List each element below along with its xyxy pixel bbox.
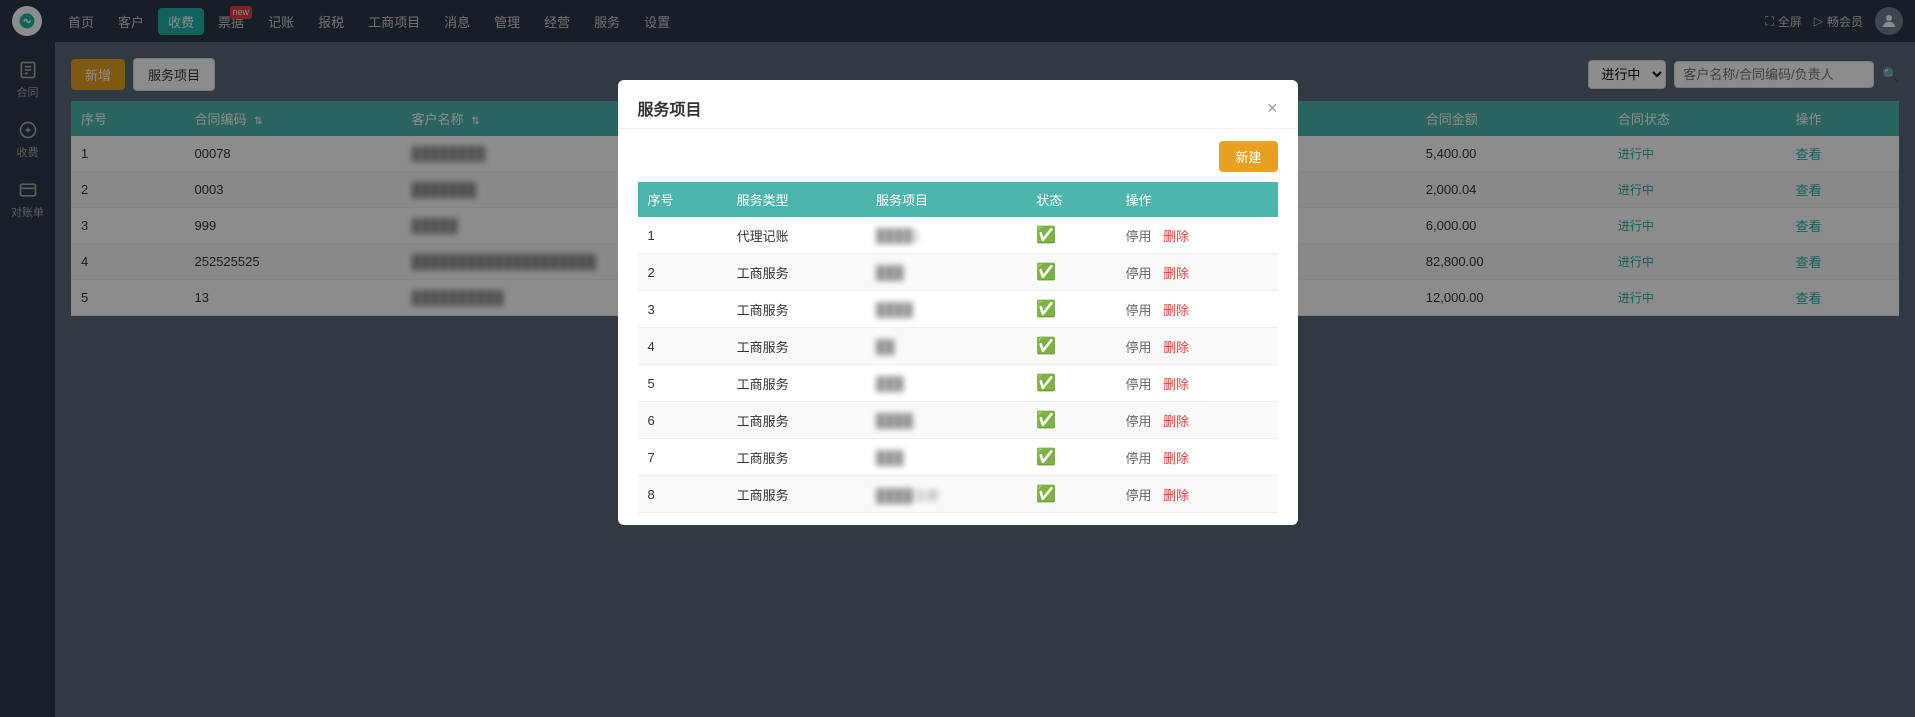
modal-cell-status: ✅ xyxy=(1026,365,1115,402)
modal-cell-action[interactable]: 停用 删除 xyxy=(1116,291,1278,328)
modal-cell-action[interactable]: 停用 删除 xyxy=(1116,217,1278,254)
delete-button[interactable]: 删除 xyxy=(1163,488,1189,503)
modal-body: 新建 序号 服务类型 服务项目 状态 操作 1 代理记账 ████1 ✅ xyxy=(618,129,1298,525)
modal-cell-seq: 5 xyxy=(638,365,727,402)
modal-cell-action[interactable]: 停用 删除 xyxy=(1116,254,1278,291)
modal-table-row: 5 工商服务 ███ ✅ 停用 删除 xyxy=(638,365,1278,402)
status-check-icon: ✅ xyxy=(1036,375,1056,392)
modal-table-row: 3 工商服务 ████ ✅ 停用 删除 xyxy=(638,291,1278,328)
modal-cell-status: ✅ xyxy=(1026,439,1115,476)
stop-button[interactable]: 停用 xyxy=(1126,229,1152,244)
modal-cell-type: 代理记账 xyxy=(727,217,866,254)
stop-button[interactable]: 停用 xyxy=(1126,488,1152,503)
status-check-icon: ✅ xyxy=(1036,449,1056,466)
delete-button[interactable]: 删除 xyxy=(1163,340,1189,355)
modal-cell-seq: 1 xyxy=(638,217,727,254)
stop-button[interactable]: 停用 xyxy=(1126,377,1152,392)
modal-cell-status: ✅ xyxy=(1026,402,1115,439)
modal-cell-action[interactable]: 停用 删除 xyxy=(1116,402,1278,439)
modal-col-type: 服务类型 xyxy=(727,182,866,217)
modal-table-row: 6 工商服务 ████ ✅ 停用 删除 xyxy=(638,402,1278,439)
modal-cell-status: ✅ xyxy=(1026,476,1115,513)
modal-table-header: 序号 服务类型 服务项目 状态 操作 xyxy=(638,182,1278,217)
modal-cell-action[interactable]: 停用 删除 xyxy=(1116,365,1278,402)
modal-cell-seq: 4 xyxy=(638,328,727,365)
modal-cell-seq: 8 xyxy=(638,476,727,513)
stop-button[interactable]: 停用 xyxy=(1126,414,1152,429)
delete-button[interactable]: 删除 xyxy=(1163,303,1189,318)
modal-overlay[interactable]: 服务项目 × 新建 序号 服务类型 服务项目 状态 操作 1 xyxy=(0,0,1915,717)
modal-cell-item: ██ xyxy=(866,328,1026,365)
status-check-icon: ✅ xyxy=(1036,301,1056,318)
modal-header: 服务项目 × xyxy=(618,80,1298,129)
modal-cell-item: ███ xyxy=(866,254,1026,291)
modal-table-row: 1 代理记账 ████1 ✅ 停用 删除 xyxy=(638,217,1278,254)
service-item-modal: 服务项目 × 新建 序号 服务类型 服务项目 状态 操作 1 xyxy=(618,80,1298,525)
modal-col-item: 服务项目 xyxy=(866,182,1026,217)
status-check-icon: ✅ xyxy=(1036,264,1056,281)
modal-cell-action[interactable]: 停用 删除 xyxy=(1116,476,1278,513)
delete-button[interactable]: 删除 xyxy=(1163,266,1189,281)
delete-button[interactable]: 删除 xyxy=(1163,229,1189,244)
modal-cell-seq: 7 xyxy=(638,439,727,476)
modal-cell-seq: 6 xyxy=(638,402,727,439)
modal-col-seq: 序号 xyxy=(638,182,727,217)
modal-cell-type: 工商服务 xyxy=(727,254,866,291)
modal-table: 序号 服务类型 服务项目 状态 操作 1 代理记账 ████1 ✅ 停用 删除 … xyxy=(638,182,1278,513)
modal-cell-status: ✅ xyxy=(1026,291,1115,328)
stop-button[interactable]: 停用 xyxy=(1126,340,1152,355)
delete-button[interactable]: 删除 xyxy=(1163,451,1189,466)
modal-cell-type: 工商服务 xyxy=(727,476,866,513)
stop-button[interactable]: 停用 xyxy=(1126,451,1152,466)
modal-toolbar: 新建 xyxy=(638,141,1278,172)
modal-table-row: 7 工商服务 ███ ✅ 停用 删除 xyxy=(638,439,1278,476)
modal-new-button[interactable]: 新建 xyxy=(1219,141,1277,172)
status-check-icon: ✅ xyxy=(1036,486,1056,503)
modal-cell-type: 工商服务 xyxy=(727,365,866,402)
modal-col-action: 操作 xyxy=(1116,182,1278,217)
modal-cell-type: 工商服务 xyxy=(727,402,866,439)
modal-close-button[interactable]: × xyxy=(1267,99,1278,117)
modal-table-row: 2 工商服务 ███ ✅ 停用 删除 xyxy=(638,254,1278,291)
modal-cell-item: ████注册 xyxy=(866,476,1026,513)
modal-cell-item: ████ xyxy=(866,291,1026,328)
modal-cell-item: ███ xyxy=(866,365,1026,402)
modal-cell-type: 工商服务 xyxy=(727,291,866,328)
modal-cell-item: ████1 xyxy=(866,217,1026,254)
modal-cell-seq: 2 xyxy=(638,254,727,291)
modal-cell-item: ████ xyxy=(866,402,1026,439)
modal-cell-type: 工商服务 xyxy=(727,328,866,365)
status-check-icon: ✅ xyxy=(1036,338,1056,355)
modal-cell-seq: 3 xyxy=(638,291,727,328)
status-check-icon: ✅ xyxy=(1036,227,1056,244)
status-check-icon: ✅ xyxy=(1036,412,1056,429)
modal-cell-status: ✅ xyxy=(1026,254,1115,291)
modal-table-row: 8 工商服务 ████注册 ✅ 停用 删除 xyxy=(638,476,1278,513)
modal-cell-item: ███ xyxy=(866,439,1026,476)
modal-cell-type: 工商服务 xyxy=(727,439,866,476)
modal-cell-status: ✅ xyxy=(1026,217,1115,254)
modal-title: 服务项目 xyxy=(638,96,702,120)
delete-button[interactable]: 删除 xyxy=(1163,414,1189,429)
modal-cell-action[interactable]: 停用 删除 xyxy=(1116,439,1278,476)
modal-cell-status: ✅ xyxy=(1026,328,1115,365)
stop-button[interactable]: 停用 xyxy=(1126,303,1152,318)
modal-cell-action[interactable]: 停用 删除 xyxy=(1116,328,1278,365)
modal-col-status: 状态 xyxy=(1026,182,1115,217)
modal-table-row: 4 工商服务 ██ ✅ 停用 删除 xyxy=(638,328,1278,365)
delete-button[interactable]: 删除 xyxy=(1163,377,1189,392)
stop-button[interactable]: 停用 xyxy=(1126,266,1152,281)
